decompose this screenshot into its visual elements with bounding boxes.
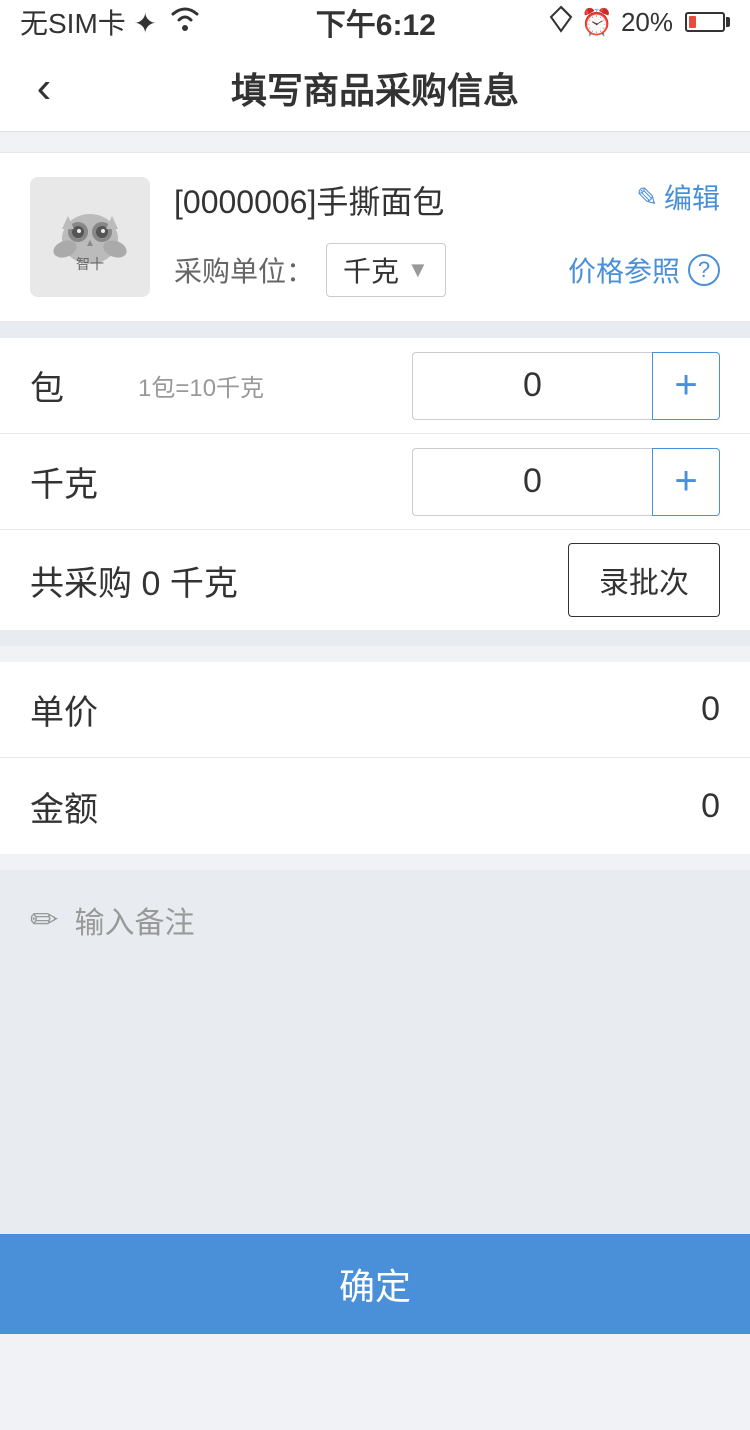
input-section: 包 1包=10千克 0 + 千克 0 + [0, 338, 750, 530]
unit-price-label: 单价 [30, 685, 98, 734]
pencil-icon: ✏ [30, 900, 59, 940]
status-right: ⏰ 20% [549, 5, 730, 40]
price-ref-label: 价格参照 [568, 250, 680, 290]
kg-number-input[interactable]: 0 [412, 448, 652, 516]
package-value: 0 [523, 366, 542, 405]
product-card: 智十 [0000006]手撕面包 ✎ 编辑 采购单位： 千克 ▼ 价格参照 ? [0, 152, 750, 322]
product-logo: 智十 [50, 194, 130, 281]
status-left: 无SIM卡 ✦ [20, 2, 203, 42]
record-batch-label: 录批次 [599, 567, 689, 600]
edit-button[interactable]: ✎ 编辑 [636, 177, 720, 217]
battery-icon [681, 12, 730, 32]
page-title: 填写商品采购信息 [231, 62, 519, 114]
package-sub: 1包=10千克 [138, 368, 412, 403]
bottom-space [0, 1330, 750, 1430]
status-time: 下午6:12 [316, 0, 436, 44]
edit-label: 编辑 [664, 177, 720, 217]
price-ref-button[interactable]: 价格参照 ? [568, 250, 720, 290]
summary-text: 共采购 0 千克 [30, 556, 238, 605]
back-icon: ‹ [37, 63, 52, 113]
status-bar: 无SIM卡 ✦ 下午6:12 ⏰ 20% [0, 0, 750, 44]
summary-unit: 千克 [170, 565, 238, 603]
unit-price-value: 0 [701, 690, 720, 729]
summary-quantity: 0 [141, 565, 160, 603]
purchase-unit-row: 采购单位： 千克 ▼ 价格参照 ? [174, 243, 720, 297]
edit-icon: ✎ [636, 182, 658, 213]
clock-icon: ⏰ [581, 7, 613, 38]
kg-label: 千克 [30, 457, 130, 506]
kg-plus-button[interactable]: + [652, 448, 720, 516]
unit-select[interactable]: 千克 ▼ [326, 243, 446, 297]
product-image: 智十 [30, 177, 150, 297]
product-info: [0000006]手撕面包 ✎ 编辑 采购单位： 千克 ▼ 价格参照 ? [174, 177, 720, 297]
notes-placeholder: 输入备注 [75, 898, 195, 942]
svg-text:智十: 智十 [76, 256, 104, 272]
package-plus-button[interactable]: + [652, 352, 720, 420]
amount-value: 0 [701, 787, 720, 826]
product-name: [0000006]手撕面包 [174, 177, 444, 223]
kg-input-right: 0 + [412, 448, 720, 516]
location-icon [549, 5, 573, 40]
dropdown-arrow-icon: ▼ [407, 257, 429, 283]
package-plus-icon: + [674, 363, 697, 408]
notes-section[interactable]: ✏ 输入备注 [0, 870, 750, 1030]
package-number-input[interactable]: 0 [412, 352, 652, 420]
price-section: 单价 0 金额 0 [0, 662, 750, 854]
confirm-label: 确定 [339, 1258, 411, 1310]
sim-signal: 无SIM卡 ✦ [20, 2, 157, 42]
package-input-row: 包 1包=10千克 0 + [0, 338, 750, 434]
package-input-right: 0 + [412, 352, 720, 420]
back-button[interactable]: ‹ [0, 44, 88, 132]
section-separator-2 [0, 630, 750, 646]
amount-row: 金额 0 [0, 758, 750, 854]
confirm-button[interactable]: 确定 [0, 1234, 750, 1334]
package-label: 包 [30, 361, 130, 410]
kg-plus-icon: + [674, 459, 697, 504]
unit-label: 采购单位： [174, 250, 314, 290]
battery-percent: 20% [621, 7, 673, 38]
summary-row: 共采购 0 千克 录批次 [0, 530, 750, 630]
nav-bar: ‹ 填写商品采购信息 [0, 44, 750, 132]
unit-price-row: 单价 0 [0, 662, 750, 758]
help-icon: ? [688, 254, 720, 286]
section-separator-1 [0, 322, 750, 338]
kg-input-row: 千克 0 + [0, 434, 750, 530]
product-header: [0000006]手撕面包 ✎ 编辑 [174, 177, 720, 223]
summary-label: 共采购 [30, 565, 132, 603]
notes-content: ✏ 输入备注 [30, 898, 720, 942]
record-batch-button[interactable]: 录批次 [568, 543, 720, 617]
unit-value: 千克 [343, 250, 399, 290]
amount-label: 金额 [30, 782, 98, 831]
wifi-icon [167, 6, 203, 39]
kg-value: 0 [523, 462, 542, 501]
